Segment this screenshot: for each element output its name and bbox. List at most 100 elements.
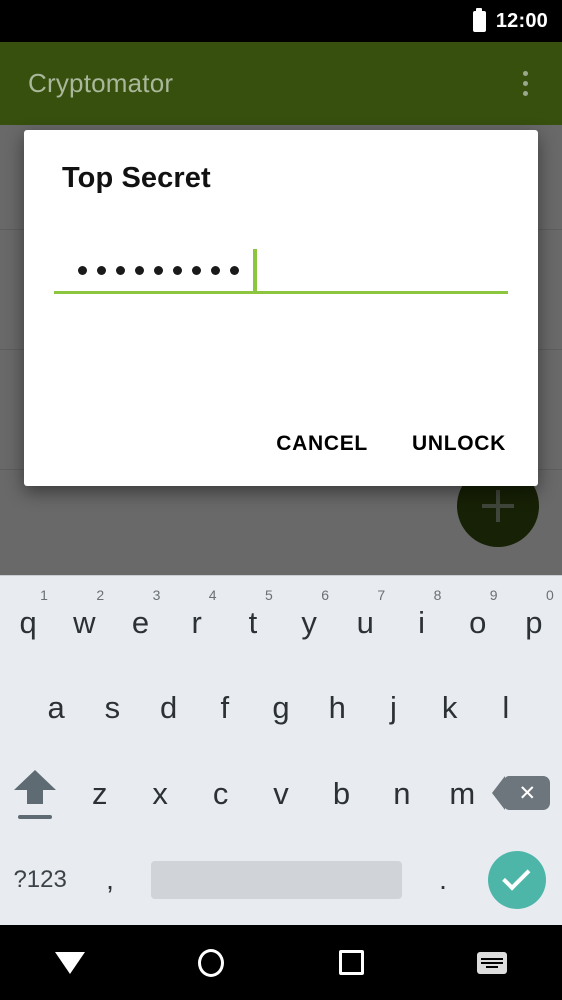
key-m-label: m	[449, 775, 476, 811]
battery-full-icon	[472, 10, 486, 32]
app-title: Cryptomator	[28, 68, 174, 98]
home-circle-icon	[197, 948, 224, 977]
backspace-icon: ✕	[492, 776, 551, 811]
key-c-label: c	[212, 775, 229, 811]
key-t[interactable]: 5t	[225, 580, 281, 665]
key-z[interactable]: z	[69, 751, 129, 836]
key-r-label: r	[191, 605, 202, 641]
check-icon	[488, 851, 547, 910]
key-i-number: 8	[433, 587, 442, 603]
key-w-number: 2	[96, 587, 105, 603]
key-q-number: 1	[40, 587, 48, 603]
key-o[interactable]: 9o	[450, 580, 506, 665]
key-y[interactable]: 6y	[281, 580, 337, 665]
key-k-label: k	[441, 690, 458, 726]
symbols-key-label: ?123	[13, 866, 67, 894]
key-s-label: s	[104, 690, 121, 726]
nav-home-button[interactable]	[141, 925, 282, 1000]
key-x-label: x	[152, 775, 168, 811]
key-b-label: b	[332, 775, 351, 811]
key-d-label: d	[159, 690, 178, 726]
comma-key[interactable]: ,	[80, 836, 139, 925]
key-v-label: v	[273, 775, 289, 811]
key-p[interactable]: 0p	[506, 580, 562, 665]
key-j[interactable]: j	[365, 665, 421, 750]
space-key[interactable]	[140, 836, 414, 925]
comma-key-label: ,	[106, 864, 114, 896]
unlock-button[interactable]: UNLOCK	[408, 426, 510, 462]
key-h[interactable]: h	[309, 665, 365, 750]
key-b[interactable]: b	[311, 751, 371, 836]
backspace-key[interactable]: ✕	[492, 751, 562, 836]
back-triangle-icon	[55, 951, 86, 974]
key-l[interactable]: l	[478, 665, 534, 750]
key-e-number: 3	[152, 587, 161, 603]
nav-recents-button[interactable]	[281, 925, 422, 1000]
key-x[interactable]: x	[130, 751, 190, 836]
key-u[interactable]: 7u	[337, 580, 393, 665]
key-c[interactable]: c	[190, 751, 250, 836]
soft-keyboard: 1q 2w 3e 4r 5t 6y 7u 8i 9o 0p a s d f g …	[0, 575, 562, 925]
unlock-vault-dialog: Top Secret CANCEL UNLOCK	[24, 130, 538, 486]
key-e[interactable]: 3e	[112, 580, 168, 665]
key-n[interactable]: n	[372, 751, 432, 836]
key-i-label: i	[418, 605, 425, 641]
key-q[interactable]: 1q	[0, 580, 56, 665]
key-f[interactable]: f	[197, 665, 253, 750]
password-input[interactable]	[54, 238, 508, 294]
space-bar	[150, 861, 403, 900]
key-w[interactable]: 2w	[56, 580, 112, 665]
shift-key[interactable]	[0, 751, 69, 836]
key-v[interactable]: v	[251, 751, 311, 836]
enter-key[interactable]	[473, 836, 562, 925]
password-masked-value	[78, 249, 257, 291]
android-screen: 12:00 Cryptomator Top Secret CANCEL UNLO…	[0, 0, 562, 1000]
key-r[interactable]: 4r	[169, 580, 225, 665]
dialog-actions: CANCEL UNLOCK	[272, 426, 510, 462]
key-o-number: 9	[489, 587, 498, 603]
status-bar: 12:00	[0, 0, 562, 42]
key-e-label: e	[131, 605, 150, 641]
keyboard-row-3: z x c v b n m ✕	[0, 751, 562, 836]
period-key[interactable]: .	[413, 836, 472, 925]
key-p-number: 0	[546, 587, 554, 603]
nav-keyboard-button[interactable]	[422, 925, 562, 1000]
key-w-label: w	[73, 605, 96, 641]
nav-back-button[interactable]	[0, 925, 141, 1000]
keyboard-row-2: a s d f g h j k l	[0, 665, 562, 750]
symbols-key[interactable]: ?123	[0, 836, 80, 925]
key-u-number: 7	[377, 587, 386, 603]
key-d[interactable]: d	[140, 665, 196, 750]
key-g[interactable]: g	[253, 665, 309, 750]
key-j-label: j	[389, 690, 397, 726]
key-p-label: p	[525, 605, 543, 641]
key-o-label: o	[469, 605, 487, 641]
shift-icon	[13, 770, 56, 820]
navigation-bar	[0, 925, 562, 1000]
key-u-label: u	[356, 605, 374, 641]
key-m[interactable]: m	[432, 751, 492, 836]
key-s[interactable]: s	[84, 665, 140, 750]
key-a[interactable]: a	[28, 665, 84, 750]
key-n-label: n	[393, 775, 411, 811]
key-k[interactable]: k	[422, 665, 478, 750]
overflow-menu-icon[interactable]	[510, 62, 540, 106]
app-bar: Cryptomator	[0, 42, 562, 125]
period-key-label: .	[439, 864, 447, 896]
key-r-number: 4	[208, 587, 217, 603]
key-t-number: 5	[264, 587, 273, 603]
key-a-label: a	[47, 690, 65, 726]
dialog-title: Top Secret	[62, 162, 211, 194]
key-y-label: y	[301, 605, 317, 641]
key-h-label: h	[328, 690, 346, 726]
key-i[interactable]: 8i	[393, 580, 449, 665]
key-y-number: 6	[321, 587, 329, 603]
key-z-label: z	[91, 775, 108, 811]
key-g-label: g	[272, 690, 290, 726]
keyboard-row-1: 1q 2w 3e 4r 5t 6y 7u 8i 9o 0p	[0, 580, 562, 665]
status-bar-clock: 12:00	[495, 9, 548, 32]
keyboard-icon	[476, 951, 507, 974]
cancel-button[interactable]: CANCEL	[272, 426, 372, 462]
key-f-label: f	[220, 690, 230, 726]
keyboard-row-4: ?123 , .	[0, 836, 562, 925]
